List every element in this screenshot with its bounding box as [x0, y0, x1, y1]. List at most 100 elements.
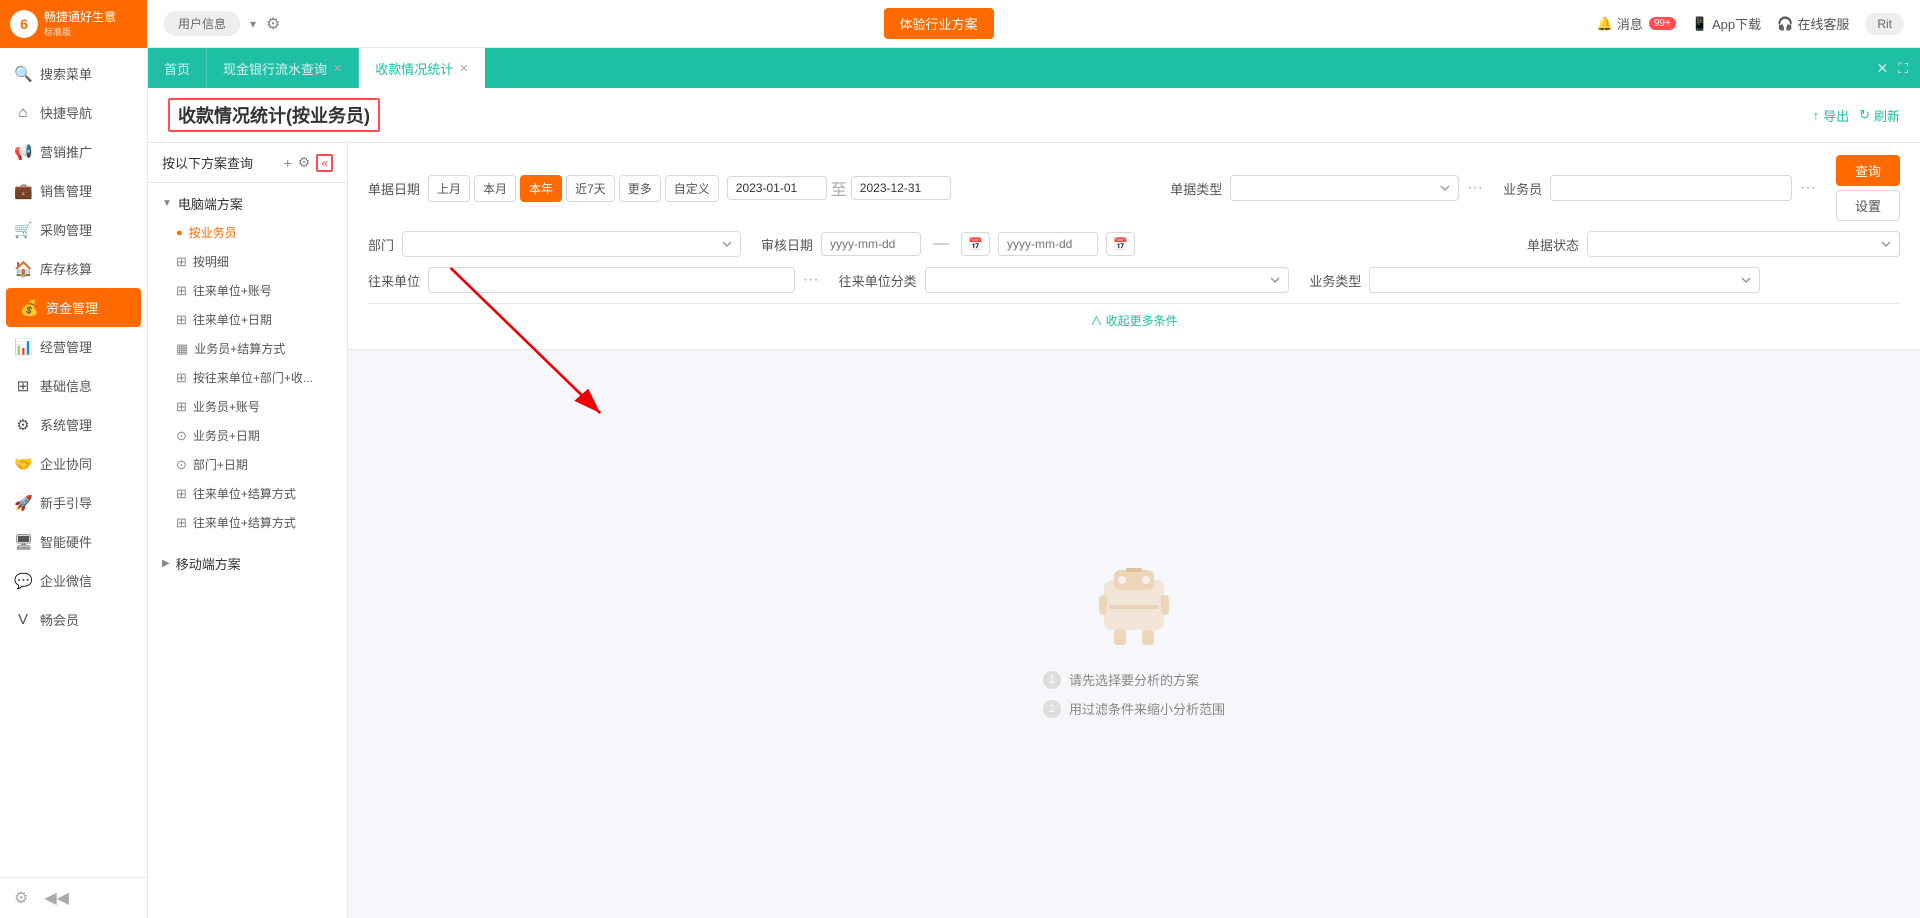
date-from-input[interactable] — [727, 176, 827, 200]
app-download-item[interactable]: 📱 App下载 — [1692, 14, 1761, 33]
salesman-input[interactable] — [1550, 175, 1792, 201]
counterpart-category-select[interactable] — [925, 267, 1290, 293]
counterpart-category-filter-item: 往来单位分类 — [839, 267, 1290, 293]
sidebar-item-marketing[interactable]: 📢 营销推广 — [0, 132, 147, 171]
sidebar-item-wechat[interactable]: 💬 企业微信 — [0, 561, 147, 600]
settings-button[interactable]: 设置 — [1836, 190, 1900, 221]
tree-item-counterpart-account[interactable]: ⊞ 往来单位+账号 — [148, 276, 347, 305]
sidebar-item-purchase[interactable]: 🛒 采购管理 — [0, 210, 147, 249]
collapse-sidebar-icon[interactable]: ◀◀ — [44, 888, 69, 908]
sales-icon: 💼 — [14, 182, 32, 200]
sidebar-item-system[interactable]: ⚙ 系统管理 — [0, 405, 147, 444]
filter-row-3: 往来单位 ··· 往来单位分类 业务类型 — [368, 267, 1900, 293]
dropdown-icon[interactable]: ▾ — [250, 17, 256, 31]
tab-label: 收款情况统计 — [375, 59, 453, 78]
page-header: 收款情况统计(按业务员) ↑ 导出 ↻ 刷新 — [148, 88, 1920, 143]
collapse-label: ∧ 收起更多条件 — [1090, 314, 1177, 328]
tree-item-dept-date[interactable]: ⊙ 部门+日期 — [148, 450, 347, 479]
sidebar-item-guide[interactable]: 🚀 新手引导 — [0, 483, 147, 522]
active-item-icon: ● — [176, 227, 183, 239]
expand-arrow-icon: ▼ — [162, 198, 172, 209]
date-btn-last-month[interactable]: 上月 — [428, 175, 470, 202]
sidebar-item-enterprise[interactable]: 🤝 企业协同 — [0, 444, 147, 483]
tab-receipt-stats[interactable]: 收款情况统计 ✕ — [359, 48, 485, 88]
headphone-icon: 🎧 — [1777, 16, 1793, 32]
doc-status-filter-item: 单据状态 — [1527, 231, 1900, 257]
filter-row-1: 单据日期 上月 本月 本年 近7天 更多 自定义 至 — [368, 155, 1900, 221]
sidebar-item-inventory[interactable]: 🏠 库存核算 — [0, 249, 147, 288]
settings-bottom-icon[interactable]: ⚙ — [14, 888, 28, 908]
review-date-from[interactable] — [821, 232, 921, 256]
collapse-panel-icon[interactable]: « — [316, 154, 333, 172]
sidebar-item-member[interactable]: V 畅会员 — [0, 600, 147, 639]
sidebar-item-finance[interactable]: 💰 资金管理 — [6, 288, 141, 327]
tree-item-salesman-date[interactable]: ⊙ 业务员+日期 — [148, 421, 347, 450]
doc-type-more-icon[interactable]: ··· — [1467, 179, 1483, 197]
messages-item[interactable]: 🔔 消息 99+ — [1597, 14, 1676, 33]
tab-close-icon[interactable]: ✕ — [333, 62, 342, 75]
tree-item-salesman-settlement[interactable]: ▦ 业务员+结算方式 — [148, 334, 347, 363]
online-service-item[interactable]: 🎧 在线客服 — [1777, 14, 1849, 33]
date-btn-this-month[interactable]: 本月 — [474, 175, 516, 202]
business-type-filter-item: 业务类型 — [1309, 267, 1760, 293]
maximize-icon[interactable]: ⛶ — [1898, 60, 1908, 77]
export-button[interactable]: ↑ 导出 — [1813, 106, 1850, 125]
sidebar-item-hardware[interactable]: 🖥 智能硬件 — [0, 522, 147, 561]
calendar-icon-right[interactable]: 📅 — [1106, 232, 1135, 256]
trial-button[interactable]: 体验行业方案 — [884, 8, 994, 39]
tree-item-counterpart-settlement1[interactable]: ⊞ 往来单位+结算方式 — [148, 479, 347, 508]
filter-area: 单据日期 上月 本月 本年 近7天 更多 自定义 至 — [348, 143, 1920, 350]
dept-select[interactable] — [402, 231, 741, 257]
user-info: 用户信息 — [164, 11, 240, 36]
counterpart-label: 往来单位 — [368, 271, 420, 290]
sidebar: 6 畅捷通好生意 标准版 🔍 搜索菜单 ⌂ 快捷导航 📢 营销推广 💼 销售管理… — [0, 0, 148, 918]
date-to-input[interactable] — [851, 176, 951, 200]
empty-area: 1 请先选择要分析的方案 2 用过滤条件来缩小分析范围 — [348, 350, 1920, 918]
sidebar-item-label: 资金管理 — [46, 298, 98, 317]
query-button[interactable]: 查询 — [1836, 155, 1900, 186]
sidebar-item-operation[interactable]: 📊 经营管理 — [0, 327, 147, 366]
panel-header: 按以下方案查询 + ⚙ « — [148, 143, 347, 183]
tree-group-header-desktop[interactable]: ▼ 电脑端方案 — [148, 189, 347, 218]
date-btn-more[interactable]: 更多 — [619, 175, 661, 202]
sidebar-item-basic[interactable]: ⊞ 基础信息 — [0, 366, 147, 405]
tree-item-counterpart-dept[interactable]: ⊞ 按往来单位+部门+收... — [148, 363, 347, 392]
empty-tips: 1 请先选择要分析的方案 2 用过滤条件来缩小分析范围 — [1043, 670, 1225, 718]
refresh-button[interactable]: ↻ 刷新 — [1859, 106, 1900, 125]
tree-item-by-detail[interactable]: ⊞ 按明细 — [148, 247, 347, 276]
tree-item-salesman-account[interactable]: ⊞ 业务员+账号 — [148, 392, 347, 421]
add-scheme-button[interactable]: + — [284, 155, 292, 171]
review-date-to[interactable] — [998, 232, 1098, 256]
dept-label: 部门 — [368, 235, 394, 254]
date-btn-last7days[interactable]: 近7天 — [566, 175, 615, 202]
tab-close-icon[interactable]: ✕ — [459, 62, 468, 75]
item-icon: ⊞ — [176, 399, 187, 415]
wechat-icon: 💬 — [14, 572, 32, 590]
messages-label: 消息 — [1617, 14, 1643, 33]
calendar-icon-left[interactable]: 📅 — [961, 232, 990, 256]
item-icon: ⊞ — [176, 254, 187, 270]
tree-item-counterpart-settlement2[interactable]: ⊞ 往来单位+结算方式 — [148, 508, 347, 537]
sidebar-item-label: 系统管理 — [40, 415, 92, 434]
sidebar-item-sales[interactable]: 💼 销售管理 — [0, 171, 147, 210]
tab-bank-flow[interactable]: 现金银行流水查询 ✕ — [207, 48, 359, 88]
tab-spacer — [485, 48, 1864, 88]
doc-status-select[interactable] — [1587, 231, 1900, 257]
collapse-bar[interactable]: ∧ 收起更多条件 — [368, 303, 1900, 337]
salesman-more-icon[interactable]: ··· — [1800, 179, 1816, 197]
sidebar-item-search[interactable]: 🔍 搜索菜单 — [0, 54, 147, 93]
counterpart-more-icon[interactable]: ··· — [803, 271, 819, 289]
counterpart-input[interactable] — [428, 267, 795, 293]
sidebar-item-quicknav[interactable]: ⌂ 快捷导航 — [0, 93, 147, 132]
settings-scheme-icon[interactable]: ⚙ — [298, 154, 311, 171]
business-type-select[interactable] — [1369, 267, 1760, 293]
tree-item-counterpart-date[interactable]: ⊞ 往来单位+日期 — [148, 305, 347, 334]
tab-home[interactable]: 首页 — [148, 48, 207, 88]
topbar-gear-icon[interactable]: ⚙ — [266, 14, 280, 34]
tree-group-header-mobile[interactable]: ▶ 移动端方案 — [148, 549, 347, 578]
close-window-icon[interactable]: ✕ — [1876, 60, 1888, 77]
date-btn-this-year[interactable]: 本年 — [520, 175, 562, 202]
date-btn-custom[interactable]: 自定义 — [665, 175, 719, 202]
tree-item-by-salesman[interactable]: ● 按业务员 — [148, 218, 347, 247]
doc-type-select[interactable] — [1230, 175, 1459, 201]
